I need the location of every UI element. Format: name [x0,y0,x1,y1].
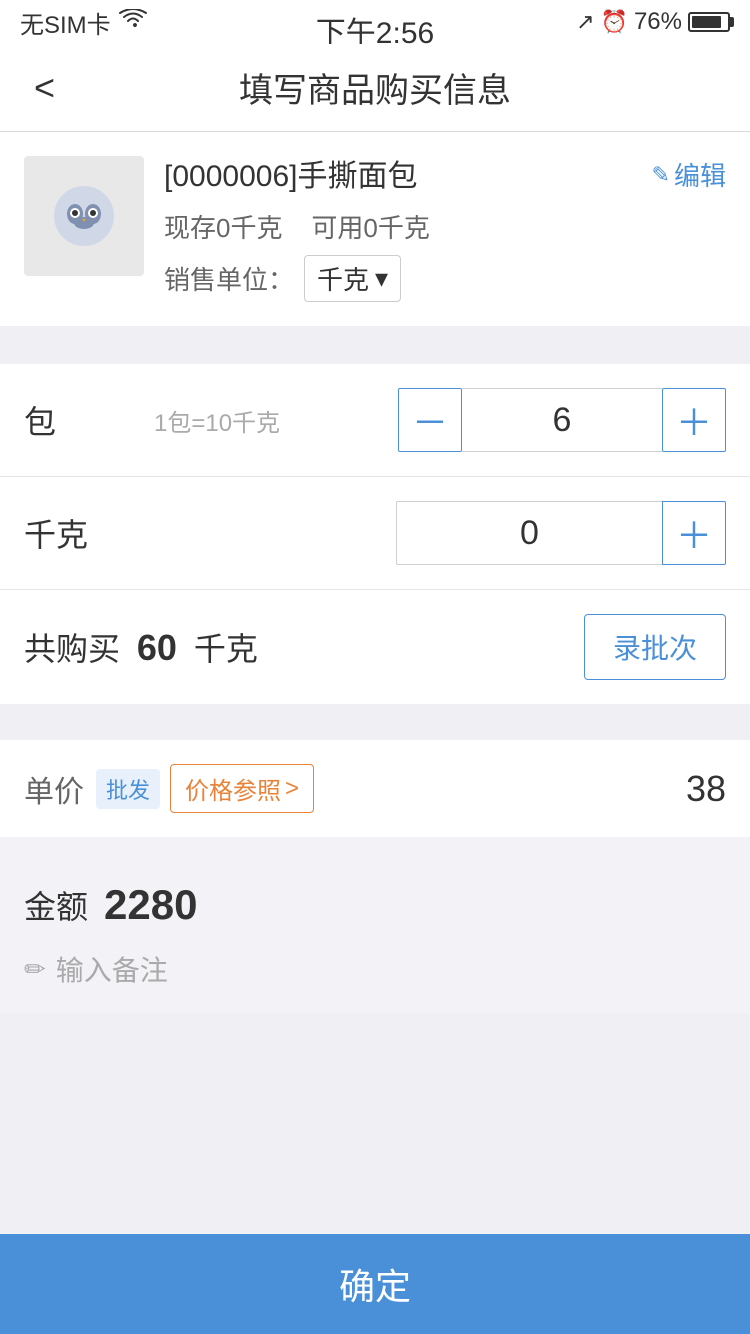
price-section: 单价 批发 价格参照 > 38 [0,740,750,837]
amount-section: 金额 2280 ✏ 输入备注 [0,837,750,1013]
location-icon: ↗ [576,9,594,35]
package-controls: － ＋ [398,388,726,452]
summary-amount: 60 [137,627,177,668]
batch-tag: 批发 [96,769,160,809]
product-unit-row: 销售单位： 千克 ▾ [164,255,726,302]
chevron-down-icon: ▾ [375,263,388,294]
chevron-right-icon: > [285,775,299,803]
package-input[interactable] [462,388,662,452]
kg-plus-button[interactable]: ＋ [662,501,726,565]
back-button[interactable]: < [24,57,65,119]
summary-text: 共购买 60 千克 [24,624,258,670]
product-info: [0000006]手撕面包 现存0千克 可用0千克 销售单位： 千克 ▾ [164,156,726,302]
battery-percent: 76% [634,8,682,36]
edit-icon: ✎ [652,162,670,188]
content-filler [0,1013,750,1234]
product-card: [0000006]手撕面包 现存0千克 可用0千克 销售单位： 千克 ▾ ✎ [0,132,750,326]
package-hint: 1包=10千克 [154,403,280,438]
package-plus-button[interactable]: ＋ [662,388,726,452]
edit-button[interactable]: ✎ 编辑 [652,156,726,193]
package-label: 包 [24,397,144,443]
carrier-text: 无SIM卡 [20,5,111,40]
wifi-icon [119,8,147,36]
confirm-label: 确定 [339,1258,411,1310]
pencil-icon: ✏ [24,954,46,985]
confirm-button[interactable]: 确定 [0,1234,750,1334]
status-right: ↗ ⏰ 76% [576,8,730,36]
product-thumbnail [24,156,144,276]
batch-button[interactable]: 录批次 [584,614,726,680]
section-gap-2 [0,704,750,722]
price-label: 单价 [24,767,84,811]
remark-placeholder: 输入备注 [56,949,168,989]
status-left: 无SIM卡 [20,5,147,40]
alarm-icon: ⏰ [601,9,628,35]
price-value: 38 [686,768,726,810]
section-gap-1 [0,346,750,364]
package-row: 包 1包=10千克 － ＋ [0,364,750,477]
price-ref-button[interactable]: 价格参照 > [170,764,314,813]
remark-row[interactable]: ✏ 输入备注 [24,939,726,1013]
kg-label: 千克 [24,510,144,556]
status-bar: 无SIM卡 下午2:56 ↗ ⏰ 76% [0,0,750,44]
summary-row: 共购买 60 千克 录批次 [0,590,750,704]
kg-controls: ＋ [396,501,726,565]
product-name: [0000006]手撕面包 [164,156,726,198]
kg-input[interactable] [396,501,662,565]
kg-row: 千克 ＋ [0,477,750,590]
amount-label: 金额 [24,882,88,928]
page-title: 填写商品购买信息 [239,63,511,112]
unit-select[interactable]: 千克 ▾ [304,255,401,302]
amount-value: 2280 [104,881,197,929]
package-minus-button[interactable]: － [398,388,462,452]
nav-bar: < 填写商品购买信息 [0,44,750,132]
amount-row: 金额 2280 [24,861,726,939]
product-stock: 现存0千克 可用0千克 [164,208,726,245]
package-section: 包 1包=10千克 － ＋ 千克 ＋ 共购买 60 千克 录批次 [0,364,750,704]
battery-icon [688,12,730,32]
